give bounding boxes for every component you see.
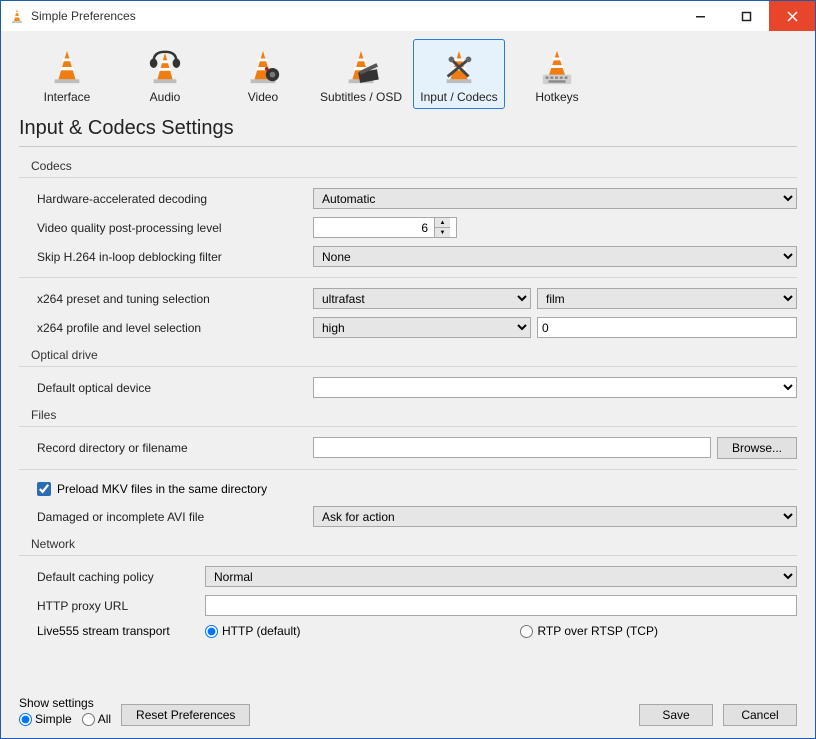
tab-audio[interactable]: Audio <box>119 39 211 109</box>
category-tabs: Interface Audio Video Subtitles / OSD In… <box>1 31 815 113</box>
record-dir-input[interactable] <box>313 437 711 458</box>
close-button[interactable] <box>769 1 815 31</box>
window-title: Simple Preferences <box>31 9 677 23</box>
cone-film-icon <box>244 48 282 86</box>
show-settings-all-radio[interactable] <box>82 713 95 726</box>
footer: Show settings Simple All Reset Preferenc… <box>1 686 815 738</box>
post-processing-label: Video quality post-processing level <box>37 221 313 235</box>
preload-mkv-checkbox[interactable] <box>37 482 51 496</box>
live555-http-radio[interactable] <box>205 625 218 638</box>
save-button[interactable]: Save <box>639 704 713 726</box>
x264-preset-label: x264 preset and tuning selection <box>37 292 313 306</box>
tab-label: Audio <box>150 90 181 104</box>
browse-button[interactable]: Browse... <box>717 437 797 459</box>
tab-video[interactable]: Video <box>217 39 309 109</box>
tab-label: Subtitles / OSD <box>320 90 402 104</box>
proxy-input[interactable] <box>205 595 797 616</box>
x264-level-input[interactable] <box>537 317 797 338</box>
x264-profile-select[interactable]: high <box>313 317 531 338</box>
cancel-button[interactable]: Cancel <box>723 704 797 726</box>
maximize-button[interactable] <box>723 1 769 31</box>
deblocking-select[interactable]: None <box>313 246 797 267</box>
tab-label: Input / Codecs <box>420 90 497 104</box>
damaged-avi-select[interactable]: Ask for action <box>313 506 797 527</box>
deblocking-label: Skip H.264 in-loop deblocking filter <box>37 250 313 264</box>
page-title: Input & Codecs Settings <box>19 117 797 140</box>
post-processing-spinner[interactable]: ▲▼ <box>313 217 457 238</box>
cone-clapper-icon <box>342 48 380 86</box>
divider <box>19 426 797 427</box>
vlc-cone-icon <box>9 8 25 24</box>
divider <box>19 555 797 556</box>
live555-label: Live555 stream transport <box>37 624 205 638</box>
preferences-window: Simple Preferences Interface Audio Video… <box>0 0 816 739</box>
minimize-button[interactable] <box>677 1 723 31</box>
titlebar: Simple Preferences <box>1 1 815 31</box>
x264-preset-select[interactable]: ultrafast <box>313 288 531 309</box>
divider <box>19 146 797 147</box>
group-codecs-header: Codecs <box>19 153 797 177</box>
divider <box>19 366 797 367</box>
tab-hotkeys[interactable]: Hotkeys <box>511 39 603 109</box>
live555-rtp-option[interactable]: RTP over RTSP (TCP) <box>520 624 657 638</box>
spin-down-button[interactable]: ▼ <box>434 228 450 237</box>
cone-keyboard-icon <box>538 48 576 86</box>
caching-select[interactable]: Normal <box>205 566 797 587</box>
proxy-label: HTTP proxy URL <box>37 599 205 613</box>
x264-profile-label: x264 profile and level selection <box>37 321 313 335</box>
tab-label: Hotkeys <box>535 90 578 104</box>
tab-label: Video <box>248 90 278 104</box>
tab-interface[interactable]: Interface <box>21 39 113 109</box>
show-settings-label: Show settings <box>19 696 111 710</box>
group-files-header: Files <box>19 402 797 426</box>
tab-input-codecs[interactable]: Input / Codecs <box>413 39 505 109</box>
divider <box>19 277 797 278</box>
reset-preferences-button[interactable]: Reset Preferences <box>121 704 250 726</box>
live555-rtp-radio[interactable] <box>520 625 533 638</box>
hw-decoding-select[interactable]: Automatic <box>313 188 797 209</box>
optical-device-select[interactable] <box>313 377 797 398</box>
divider <box>19 469 797 470</box>
damaged-avi-label: Damaged or incomplete AVI file <box>37 510 313 524</box>
group-network-header: Network <box>19 531 797 555</box>
preload-mkv-label: Preload MKV files in the same directory <box>57 482 267 496</box>
divider <box>19 177 797 178</box>
cone-tools-icon <box>440 48 478 86</box>
tab-subtitles[interactable]: Subtitles / OSD <box>315 39 407 109</box>
show-settings-simple-radio[interactable] <box>19 713 32 726</box>
cone-icon <box>48 48 86 86</box>
record-dir-label: Record directory or filename <box>37 441 313 455</box>
caching-label: Default caching policy <box>37 570 205 584</box>
x264-tuning-select[interactable]: film <box>537 288 797 309</box>
show-settings-all-option[interactable]: All <box>82 712 111 726</box>
post-processing-input[interactable] <box>314 218 434 237</box>
cone-headphones-icon <box>146 48 184 86</box>
spin-up-button[interactable]: ▲ <box>434 218 450 228</box>
tab-label: Interface <box>44 90 91 104</box>
titlebar-buttons <box>677 1 815 31</box>
show-settings-simple-option[interactable]: Simple <box>19 712 72 726</box>
hw-decoding-label: Hardware-accelerated decoding <box>37 192 313 206</box>
optical-device-label: Default optical device <box>37 381 313 395</box>
live555-http-option[interactable]: HTTP (default) <box>205 624 300 638</box>
group-optical-header: Optical drive <box>19 342 797 366</box>
